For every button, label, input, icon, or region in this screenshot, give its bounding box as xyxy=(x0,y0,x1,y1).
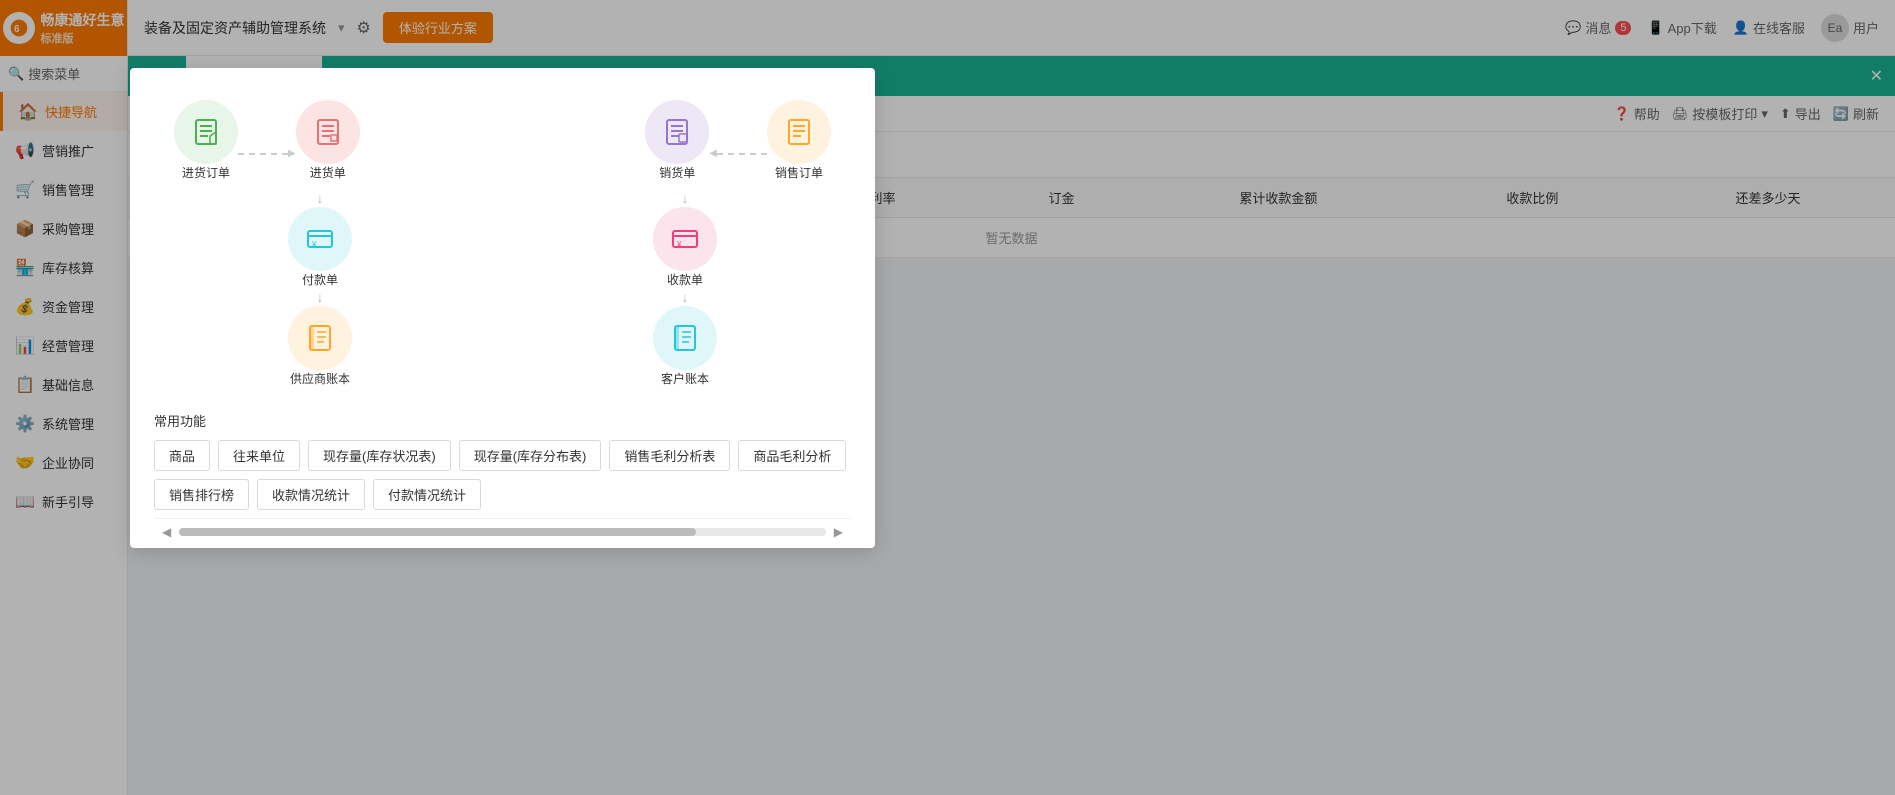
purchase-order-icon xyxy=(174,100,238,164)
func-btn-payment-stat[interactable]: 付款情况统计 xyxy=(373,479,481,510)
function-buttons-row2: 销售排行榜 收款情况统计 付款情况统计 xyxy=(154,479,851,510)
func-btn-stock-status[interactable]: 现存量(库存状况表) xyxy=(308,440,451,471)
func-btn-stock-dist[interactable]: 现存量(库存分布表) xyxy=(459,440,602,471)
payment-bill-icon: ¥ xyxy=(288,207,352,271)
sales-bill-node[interactable]: 销货单 xyxy=(645,100,709,181)
scroll-right-arrow[interactable]: ▶ xyxy=(834,525,843,539)
customer-ledger-icon xyxy=(653,306,717,370)
func-btn-product[interactable]: 商品 xyxy=(154,440,210,471)
svg-text:¥: ¥ xyxy=(311,240,317,249)
sales-order-node[interactable]: 销售订单 xyxy=(767,100,831,181)
down-arrow-payment: ↓ xyxy=(288,288,352,306)
sales-bill-icon xyxy=(645,100,709,164)
supplier-ledger-icon xyxy=(288,306,352,370)
receipt-bill-label: 收款单 xyxy=(667,271,703,288)
svg-text:¥: ¥ xyxy=(676,240,682,249)
sales-bill-label: 销货单 xyxy=(659,164,695,181)
supplier-ledger-label: 供应商账本 xyxy=(290,370,350,387)
func-btn-receipt-stat[interactable]: 收款情况统计 xyxy=(257,479,365,510)
payment-bill-node[interactable]: ¥ 付款单 xyxy=(288,207,352,288)
supplier-ledger-node[interactable]: 供应商账本 xyxy=(288,306,352,387)
scrollbar-thumb xyxy=(179,528,696,536)
receipt-bill-node[interactable]: ¥ 收款单 xyxy=(653,207,717,288)
func-btn-sales-rank[interactable]: 销售排行榜 xyxy=(154,479,249,510)
customer-ledger-label: 客户账本 xyxy=(661,370,709,387)
purchase-order-label: 进货订单 xyxy=(182,164,230,181)
func-btn-product-margin[interactable]: 商品毛利分析 xyxy=(738,440,846,471)
quick-nav-popup: 进货订单 ▶ 进货单 销货单 xyxy=(130,68,875,548)
receipt-bill-icon: ¥ xyxy=(653,207,717,271)
func-btn-sales-margin[interactable]: 销售毛利分析表 xyxy=(609,440,730,471)
scrollbar-track[interactable] xyxy=(179,528,826,536)
flow-diagram: 进货订单 ▶ 进货单 销货单 xyxy=(154,92,851,387)
scroll-left-arrow[interactable]: ◀ xyxy=(162,525,171,539)
sales-order-icon xyxy=(767,100,831,164)
down-arrow-receipt: ↓ xyxy=(653,288,717,306)
func-btn-partner[interactable]: 往来单位 xyxy=(218,440,300,471)
purchase-bill-icon xyxy=(296,100,360,164)
common-functions: 常用功能 商品 往来单位 现存量(库存状况表) 现存量(库存分布表) 销售毛利分… xyxy=(154,411,851,510)
purchase-order-node[interactable]: 进货订单 xyxy=(174,100,238,181)
common-functions-title: 常用功能 xyxy=(154,411,851,430)
payment-bill-label: 付款单 xyxy=(302,271,338,288)
down-arrow-purchase: ↓ xyxy=(288,189,352,207)
purchase-bill-node[interactable]: 进货单 xyxy=(296,100,360,181)
purchase-bill-label: 进货单 xyxy=(310,164,346,181)
down-arrow-sales: ↓ xyxy=(653,189,717,207)
sales-order-label: 销售订单 xyxy=(775,164,823,181)
popup-scrollbar: ◀ ▶ xyxy=(154,518,851,545)
customer-ledger-node[interactable]: 客户账本 xyxy=(653,306,717,387)
function-buttons-row1: 商品 往来单位 现存量(库存状况表) 现存量(库存分布表) 销售毛利分析表 商品… xyxy=(154,440,851,471)
